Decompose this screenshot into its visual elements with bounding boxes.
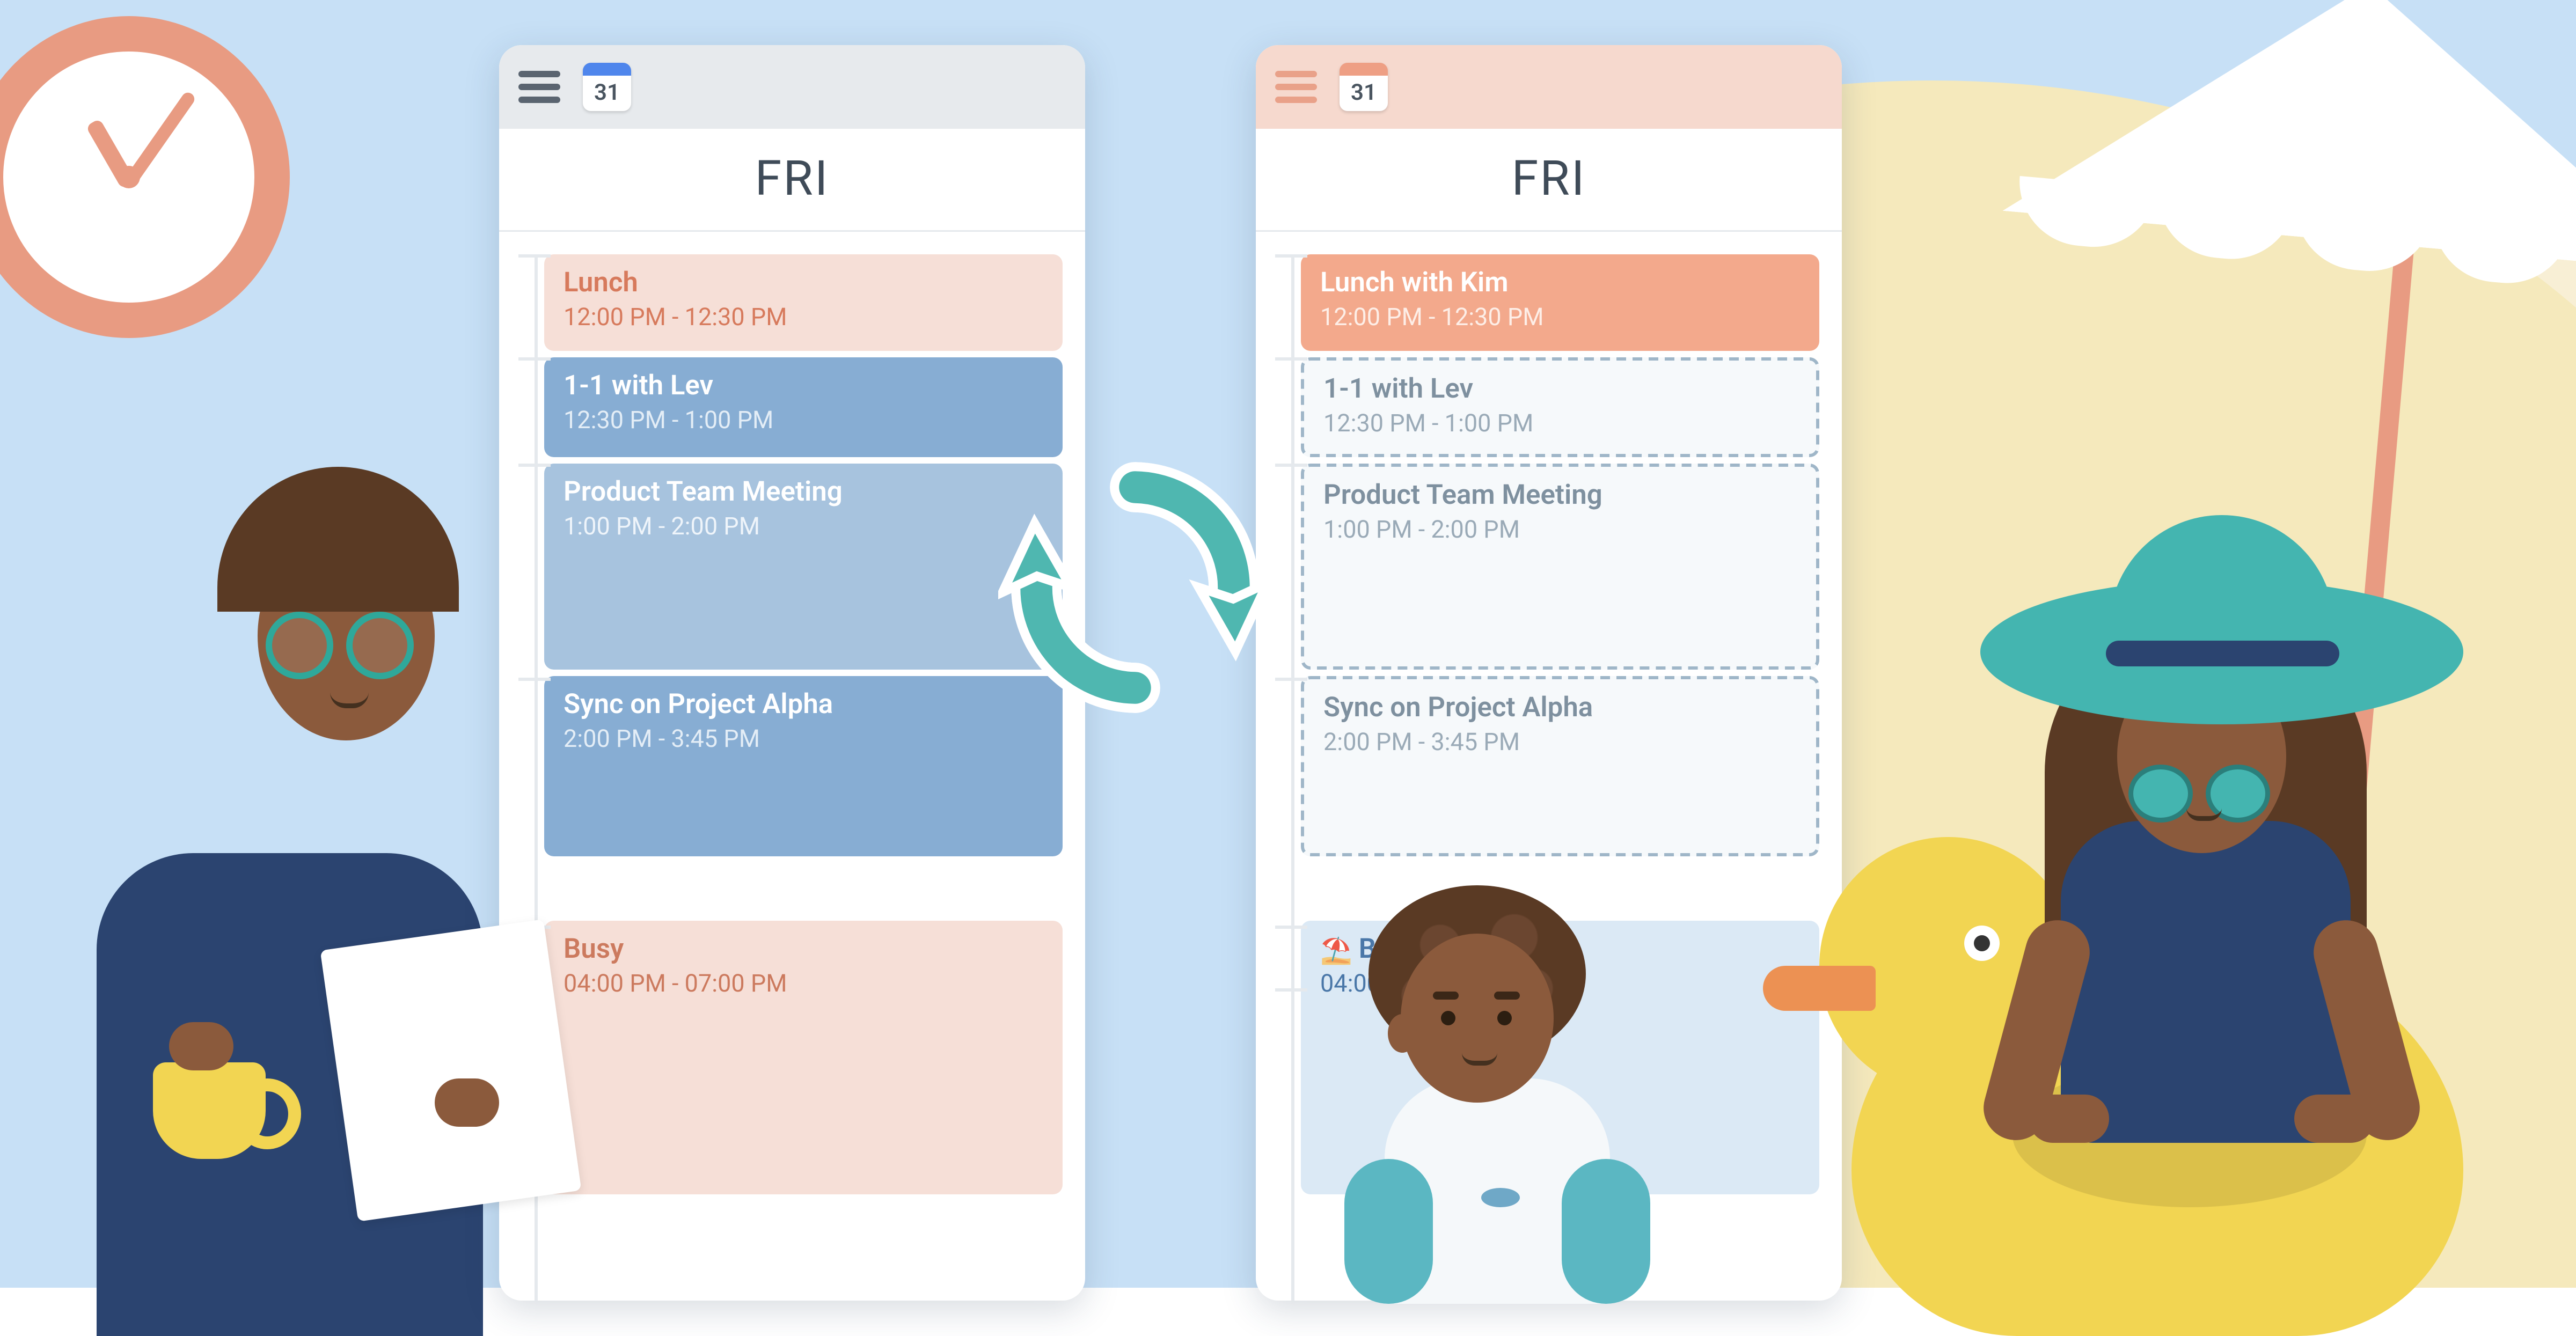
day-label: FRI <box>1256 129 1842 232</box>
event-title: Product Team Meeting <box>1323 480 1797 512</box>
event-1on1[interactable]: 1-1 with Lev 12:30 PM - 1:00 PM <box>544 357 1063 457</box>
event-time: 2:00 PM - 3:45 PM <box>1323 728 1797 757</box>
event-time: 12:30 PM - 1:00 PM <box>564 406 1043 435</box>
event-synced-sync[interactable]: Sync on Project Alpha 2:00 PM - 3:45 PM <box>1301 676 1819 856</box>
event-title: Product Team Meeting <box>564 476 1043 509</box>
illustration-child <box>1256 885 1674 1304</box>
event-title: Busy <box>564 934 1043 966</box>
event-title: 1-1 with Lev <box>1323 373 1797 406</box>
event-title: Lunch with Kim <box>1320 267 1800 299</box>
paper-icon <box>320 919 582 1221</box>
event-time: 04:00 PM - 07:00 PM <box>564 969 1043 998</box>
menu-icon[interactable] <box>518 71 560 103</box>
event-title: 1-1 with Lev <box>564 370 1043 402</box>
event-title: Sync on Project Alpha <box>1323 692 1797 724</box>
event-synced-product[interactable]: Product Team Meeting 1:00 PM - 2:00 PM <box>1301 464 1819 670</box>
menu-icon[interactable] <box>1275 71 1317 103</box>
app-topbar: 31 <box>499 45 1085 129</box>
calendar-app-icon[interactable]: 31 <box>1340 63 1388 111</box>
arm-float-icon <box>1562 1159 1650 1304</box>
mug-icon <box>153 1062 266 1159</box>
event-product-meeting[interactable]: Product Team Meeting 1:00 PM - 2:00 PM <box>544 464 1063 670</box>
illustration-person-beach <box>1851 370 2544 1336</box>
event-time: 1:00 PM - 2:00 PM <box>1323 515 1797 544</box>
arm-float-icon <box>1344 1159 1433 1304</box>
event-time: 12:30 PM - 1:00 PM <box>1323 409 1797 438</box>
phone-work-calendar: 31 FRI Lunch 12:00 PM - 12:30 PM 1-1 wit… <box>499 45 1085 1301</box>
agenda-work: Lunch 12:00 PM - 12:30 PM 1-1 with Lev 1… <box>499 232 1085 1301</box>
day-label: FRI <box>499 129 1085 232</box>
event-project-sync[interactable]: Sync on Project Alpha 2:00 PM - 3:45 PM <box>544 676 1063 856</box>
event-time: 12:00 PM - 12:30 PM <box>1320 303 1800 332</box>
event-synced-1on1[interactable]: 1-1 with Lev 12:30 PM - 1:00 PM <box>1301 357 1819 457</box>
event-title: Sync on Project Alpha <box>564 689 1043 721</box>
sync-arrows-icon <box>998 451 1272 724</box>
app-topbar: 31 <box>1256 45 1842 129</box>
event-title: Lunch <box>564 267 1043 299</box>
event-lunch[interactable]: Lunch with Kim 12:00 PM - 12:30 PM <box>1301 254 1819 351</box>
event-time: 1:00 PM - 2:00 PM <box>564 512 1043 541</box>
illustration-person-work <box>32 435 580 1336</box>
calendar-app-icon[interactable]: 31 <box>583 63 631 111</box>
event-lunch[interactable]: Lunch 12:00 PM - 12:30 PM <box>544 254 1063 351</box>
event-time: 2:00 PM - 3:45 PM <box>564 724 1043 753</box>
event-time: 12:00 PM - 12:30 PM <box>564 303 1043 332</box>
event-busy-block[interactable]: Busy 04:00 PM - 07:00 PM <box>544 921 1063 1194</box>
